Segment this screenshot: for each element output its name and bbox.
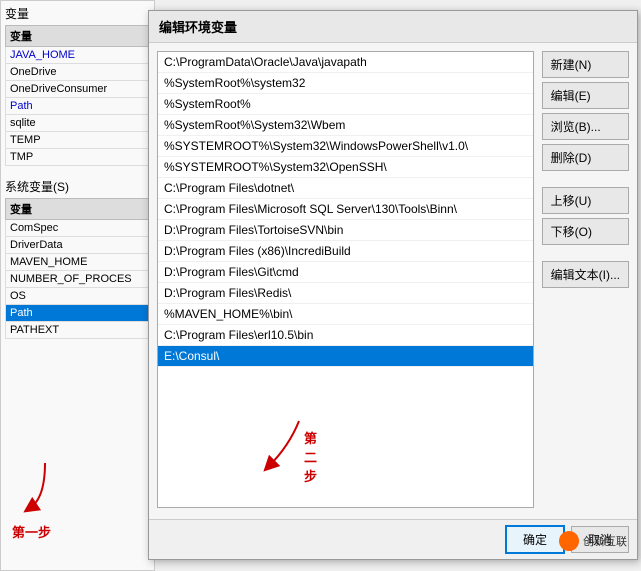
watermark-icon — [559, 531, 579, 551]
path-item[interactable]: C:\Program Files\erl10.5\bin — [158, 325, 533, 346]
path-item[interactable]: D:\Program Files\Git\cmd — [158, 262, 533, 283]
user-vars-table: 变量 JAVA_HOMEOneDriveOneDriveConsumerPath… — [5, 25, 150, 166]
browse-button[interactable]: 浏览(B)... — [542, 113, 629, 140]
path-item[interactable]: %SystemRoot% — [158, 94, 533, 115]
edit-env-dialog: 编辑环境变量 C:\ProgramData\Oracle\Java\javapa… — [148, 10, 638, 560]
sys-vars-col-header: 变量 — [6, 199, 150, 220]
user-vars-col-header: 变量 — [6, 26, 150, 47]
user-var-item[interactable]: OneDrive — [6, 64, 150, 81]
path-item[interactable]: E:\Consul\ — [158, 346, 533, 367]
left-panel: 变量 变量 JAVA_HOMEOneDriveOneDriveConsumerP… — [0, 0, 155, 571]
sys-var-item[interactable]: MAVEN_HOME — [6, 254, 150, 271]
path-list-container[interactable]: C:\ProgramData\Oracle\Java\javapath%Syst… — [157, 51, 534, 508]
sys-var-item[interactable]: Path — [6, 305, 150, 322]
dialog-content: C:\ProgramData\Oracle\Java\javapath%Syst… — [149, 43, 637, 516]
move-up-button[interactable]: 上移(U) — [542, 187, 629, 214]
edit-button[interactable]: 编辑(E) — [542, 82, 629, 109]
path-item[interactable]: %MAVEN_HOME%\bin\ — [158, 304, 533, 325]
edit-text-button[interactable]: 编辑文本(I)... — [542, 261, 629, 288]
sys-vars-label: 系统变量(S) — [5, 178, 150, 195]
path-item[interactable]: D:\Program Files (x86)\IncrediBuild — [158, 241, 533, 262]
user-var-item[interactable]: sqlite — [6, 115, 150, 132]
path-item[interactable]: C:\ProgramData\Oracle\Java\javapath — [158, 52, 533, 73]
user-var-item[interactable]: Path — [6, 98, 150, 115]
path-item[interactable]: D:\Program Files\Redis\ — [158, 283, 533, 304]
move-down-button[interactable]: 下移(O) — [542, 218, 629, 245]
user-var-item[interactable]: JAVA_HOME — [6, 47, 150, 64]
dialog-title: 编辑环境变量 — [149, 11, 637, 43]
delete-button[interactable]: 删除(D) — [542, 144, 629, 171]
user-vars-section: 变量 变量 JAVA_HOMEOneDriveOneDriveConsumerP… — [1, 1, 154, 170]
sys-vars-table: 变量 ComSpecDriverDataMAVEN_HOMENUMBER_OF_… — [5, 198, 150, 339]
user-var-item[interactable]: OneDriveConsumer — [6, 81, 150, 98]
sys-var-item[interactable]: OS — [6, 288, 150, 305]
user-var-item[interactable]: TEMP — [6, 132, 150, 149]
sys-var-item[interactable]: DriverData — [6, 237, 150, 254]
path-list: C:\ProgramData\Oracle\Java\javapath%Syst… — [158, 52, 533, 367]
sys-var-item[interactable]: PATHEXT — [6, 322, 150, 339]
sys-var-item[interactable]: ComSpec — [6, 220, 150, 237]
ok-button[interactable]: 确定 — [505, 525, 565, 554]
path-item[interactable]: %SystemRoot%\System32\Wbem — [158, 115, 533, 136]
new-button[interactable]: 新建(N) — [542, 51, 629, 78]
path-item[interactable]: %SYSTEMROOT%\System32\OpenSSH\ — [158, 157, 533, 178]
path-item[interactable]: %SystemRoot%\system32 — [158, 73, 533, 94]
dialog-footer: 创新互联 确定 取消 — [149, 519, 637, 559]
watermark-text: 创新互联 — [583, 533, 627, 549]
path-item[interactable]: %SYSTEMROOT%\System32\WindowsPowerShell\… — [158, 136, 533, 157]
path-item[interactable]: C:\Program Files\Microsoft SQL Server\13… — [158, 199, 533, 220]
user-var-item[interactable]: TMP — [6, 149, 150, 166]
path-item[interactable]: D:\Program Files\TortoiseSVN\bin — [158, 220, 533, 241]
sys-var-item[interactable]: NUMBER_OF_PROCES — [6, 271, 150, 288]
sys-vars-section: 系统变量(S) 变量 ComSpecDriverDataMAVEN_HOMENU… — [1, 174, 154, 343]
watermark: 创新互联 — [559, 531, 627, 551]
button-panel: 新建(N) 编辑(E) 浏览(B)... 删除(D) 上移(U) 下移(O) 编… — [542, 51, 629, 508]
path-item[interactable]: C:\Program Files\dotnet\ — [158, 178, 533, 199]
user-vars-label: 变量 — [5, 5, 150, 22]
